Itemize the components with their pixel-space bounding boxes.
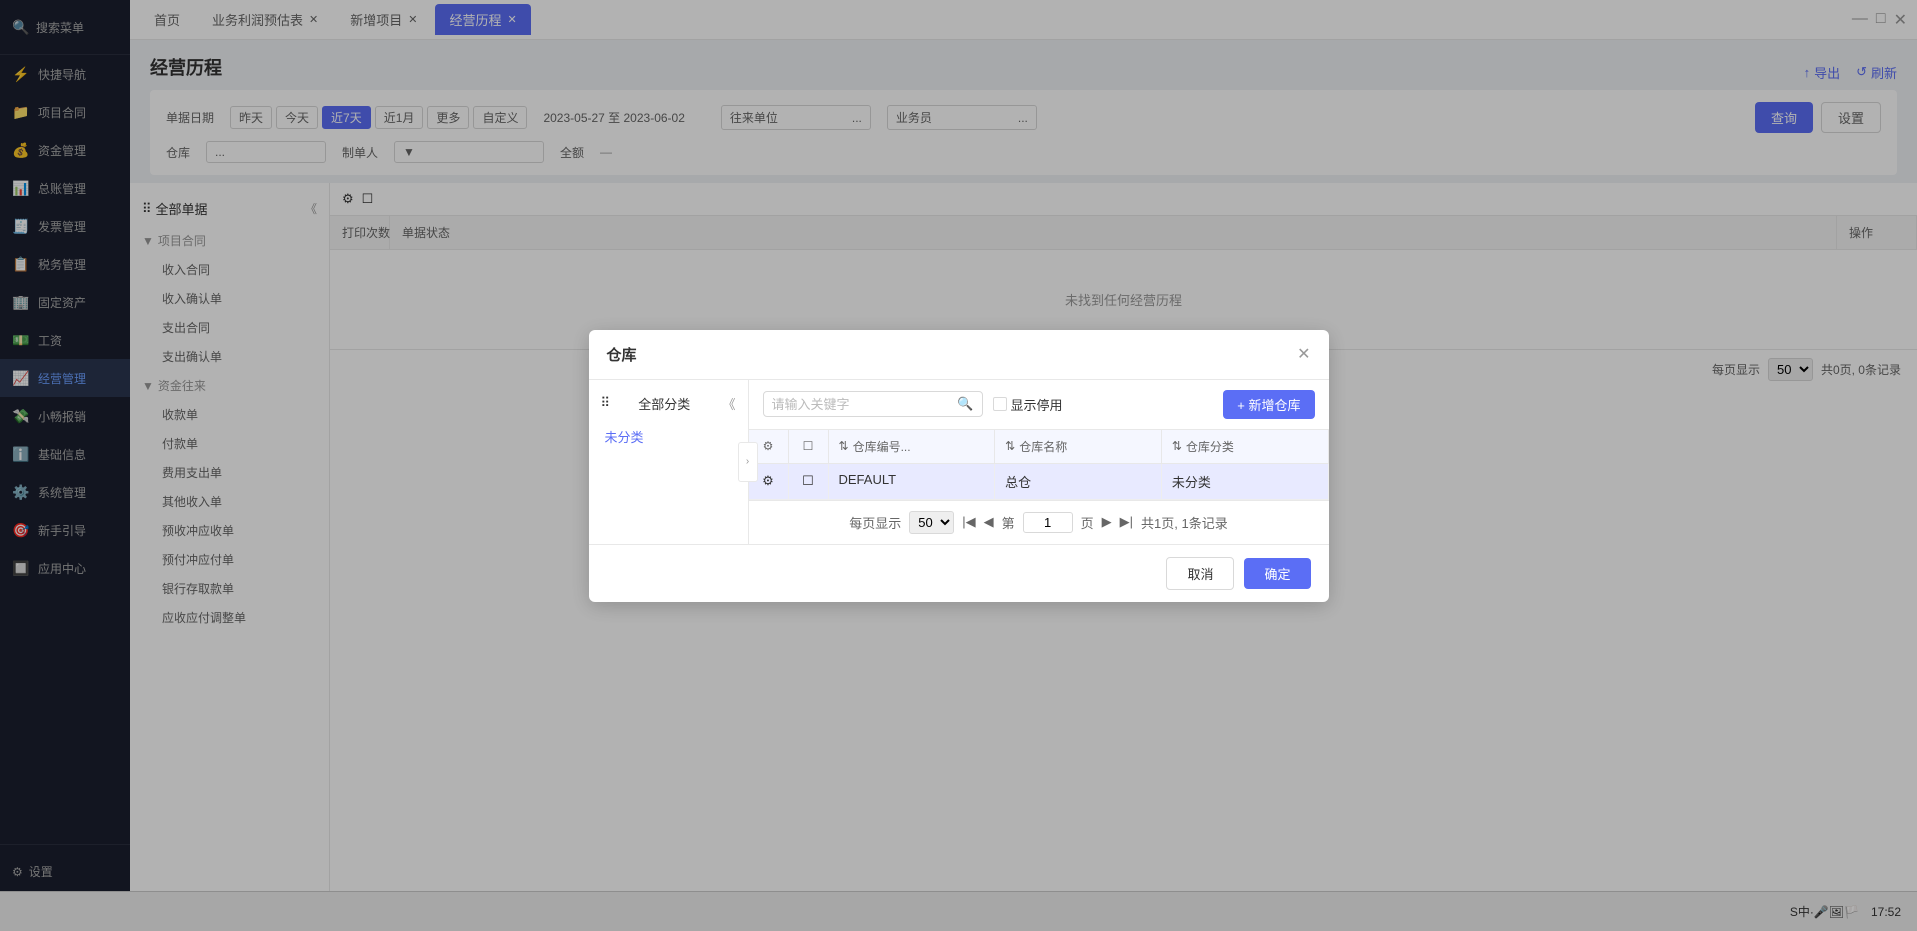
pagination-total: 共1页, 1条记录 [1141, 513, 1228, 532]
show-disabled-wrap: 显示停用 [993, 395, 1063, 414]
confirm-button[interactable]: 确定 [1244, 558, 1310, 589]
next-page-button[interactable]: ▶ [1102, 514, 1112, 530]
modal-pagination: 每页显示 50 |◀ ◀ 第 页 ▶ ▶| 共1页, 1条记录 [749, 500, 1329, 544]
prev-page-button[interactable]: ◀ [984, 514, 994, 530]
uncategorized-item[interactable]: 未分类 [589, 419, 748, 454]
row-checkbox[interactable]: ☐ [789, 464, 829, 499]
modal-table: ⚙ ☐ ⇅ 仓库编号... ⇅ 仓库名称 ⇅ 仓库分类 [749, 430, 1329, 500]
page-suffix: 页 [1081, 513, 1094, 532]
row-code: DEFAULT [829, 464, 996, 499]
modal-right-panel: 🔍 显示停用 + 新增仓库 ⚙ ☐ ⇅ 仓库编号... [749, 380, 1329, 544]
modal-search-bar: 🔍 显示停用 + 新增仓库 [749, 380, 1329, 430]
left-panel-collapse-handle[interactable]: › [738, 442, 758, 482]
per-page-select[interactable]: 50 [909, 511, 954, 534]
modal-close-button[interactable]: ✕ [1297, 344, 1310, 364]
th-category[interactable]: ⇅ 仓库分类 [1162, 430, 1329, 463]
show-disabled-checkbox[interactable] [993, 397, 1007, 411]
per-page-label: 每页显示 [849, 513, 901, 532]
page-number-input[interactable] [1023, 512, 1073, 533]
categories-collapse-button[interactable]: 《 [722, 394, 735, 413]
modal-title: 仓库 [607, 344, 637, 365]
search-input-wrap: 🔍 [763, 391, 983, 417]
modal-category-panel: ⠿ 全部分类 《 未分类 › [589, 380, 749, 544]
show-disabled-label: 显示停用 [1011, 395, 1063, 414]
modal-body: ⠿ 全部分类 《 未分类 › 🔍 显示停用 [589, 380, 1329, 544]
modal-table-header: ⚙ ☐ ⇅ 仓库编号... ⇅ 仓库名称 ⇅ 仓库分类 [749, 430, 1329, 464]
row-category: 未分类 [1162, 464, 1329, 499]
th-checkbox[interactable]: ☐ [789, 430, 829, 463]
modal-overlay[interactable]: 仓库 ✕ ⠿ 全部分类 《 未分类 › 🔍 [0, 0, 1917, 931]
search-icon-modal: 🔍 [957, 396, 973, 412]
modal-footer: 取消 确定 [589, 544, 1329, 602]
page-label: 第 [1002, 513, 1015, 532]
all-categories-icon: ⠿ [601, 395, 611, 411]
warehouse-search-input[interactable] [772, 397, 954, 412]
all-categories-label[interactable]: 全部分类 [638, 394, 690, 413]
warehouse-modal: 仓库 ✕ ⠿ 全部分类 《 未分类 › 🔍 [589, 330, 1329, 602]
th-code[interactable]: ⇅ 仓库编号... [829, 430, 996, 463]
th-name[interactable]: ⇅ 仓库名称 [995, 430, 1162, 463]
last-page-button[interactable]: ▶| [1120, 514, 1133, 530]
modal-left-header: ⠿ 全部分类 《 [589, 388, 748, 419]
modal-header: 仓库 ✕ [589, 330, 1329, 380]
add-warehouse-button[interactable]: + 新增仓库 [1223, 390, 1314, 419]
cancel-button[interactable]: 取消 [1166, 557, 1234, 590]
table-row[interactable]: ⚙ ☐ DEFAULT 总仓 未分类 [749, 464, 1329, 500]
first-page-button[interactable]: |◀ [962, 514, 975, 530]
row-name: 总仓 [995, 464, 1162, 499]
